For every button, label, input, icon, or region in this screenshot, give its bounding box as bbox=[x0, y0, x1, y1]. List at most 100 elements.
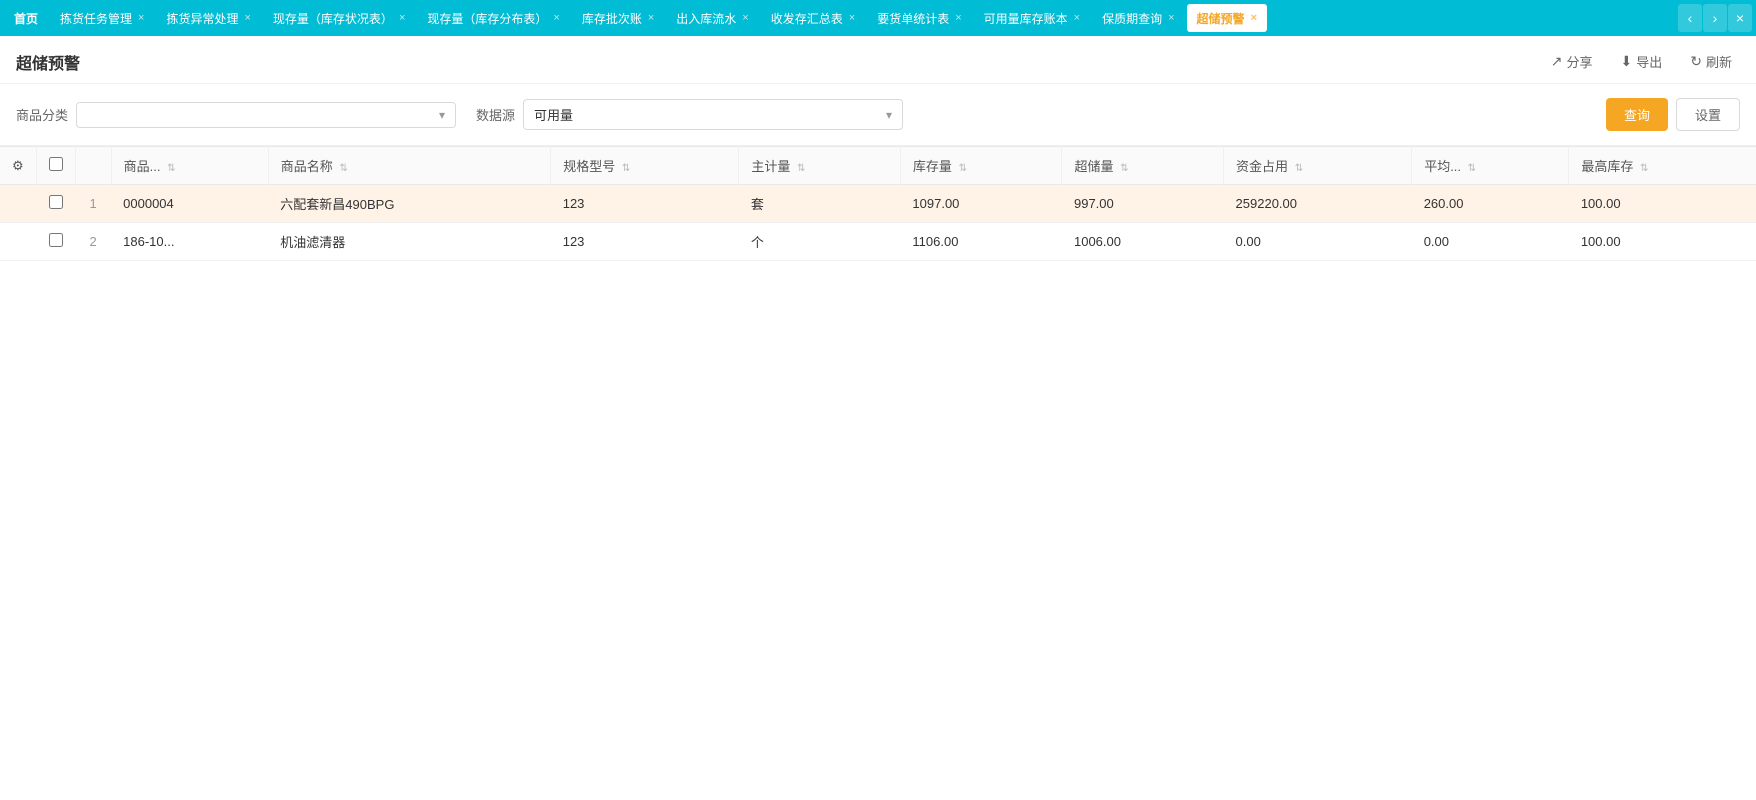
nav-item-label: 出入库流水 bbox=[676, 10, 736, 27]
gear-icon[interactable]: ⚙ bbox=[12, 158, 24, 173]
header-actions: ↗ 分享 ⬇ 导出 ↻ 刷新 bbox=[1543, 48, 1740, 75]
nav-item-label: 现存量（库存状况表） bbox=[273, 10, 393, 27]
table-header-row: ⚙ 商品... ⇅ 商品名称 ⇅ 规格型号 bbox=[0, 147, 1756, 185]
row-capital: 259220.00 bbox=[1224, 185, 1412, 223]
page-content: 超储预警 ↗ 分享 ⬇ 导出 ↻ 刷新 商品分类 ▾ 数据源 bbox=[0, 36, 1756, 800]
row-product-code: 186-10... bbox=[111, 223, 268, 261]
row-spec: 123 bbox=[551, 223, 739, 261]
row-checkbox-1[interactable] bbox=[49, 233, 63, 247]
sort-overstock-icon[interactable]: ⇅ bbox=[1120, 163, 1128, 174]
export-icon: ⬇ bbox=[1621, 53, 1633, 70]
th-product-name-label: 商品名称 bbox=[281, 159, 333, 174]
table-row: 2 186-10... 机油滤清器 123 个 1106.00 1006.00 … bbox=[0, 223, 1756, 261]
category-select[interactable]: ▾ bbox=[76, 102, 456, 128]
select-all-checkbox[interactable] bbox=[49, 157, 63, 171]
refresh-icon: ↻ bbox=[1690, 53, 1702, 70]
nav-close-arrow[interactable]: × bbox=[1728, 4, 1752, 32]
nav-item-task-mgmt[interactable]: 拣货任务管理× bbox=[50, 4, 154, 32]
row-gear-cell bbox=[0, 223, 36, 261]
sort-spec-icon[interactable]: ⇅ bbox=[622, 163, 630, 174]
datasource-select[interactable]: 可用量 ▾ bbox=[523, 99, 903, 130]
filter-actions: 查询 设置 bbox=[1606, 98, 1740, 131]
row-product-code: 0000004 bbox=[111, 185, 268, 223]
th-stock-label: 库存量 bbox=[913, 159, 952, 174]
th-max-stock: 最高库存 ⇅ bbox=[1569, 147, 1756, 185]
sort-avg-icon[interactable]: ⇅ bbox=[1468, 163, 1476, 174]
row-checkbox-0[interactable] bbox=[49, 195, 63, 209]
nav-item-close[interactable]: × bbox=[1251, 12, 1257, 24]
row-num-cell: 1 bbox=[75, 185, 111, 223]
nav-item-order-stats[interactable]: 要货单统计表× bbox=[867, 4, 971, 32]
nav-item-available-account[interactable]: 可用量库存账本 × bbox=[974, 4, 1090, 32]
th-spec-label: 规格型号 bbox=[563, 159, 615, 174]
nav-item-label: 保质期查询 bbox=[1102, 10, 1162, 27]
nav-item-exception[interactable]: 拣货异常处理 × bbox=[156, 4, 260, 32]
row-avg: 0.00 bbox=[1412, 223, 1569, 261]
refresh-button[interactable]: ↻ 刷新 bbox=[1682, 48, 1740, 75]
nav-home[interactable]: 首页 bbox=[4, 4, 48, 32]
sort-max-stock-icon[interactable]: ⇅ bbox=[1640, 163, 1648, 174]
th-unit-label: 主计量 bbox=[751, 159, 790, 174]
nav-item-inventory-status[interactable]: 现存量（库存状况表） × bbox=[263, 4, 415, 32]
th-gear: ⚙ bbox=[0, 147, 36, 185]
nav-item-close[interactable]: × bbox=[399, 12, 405, 24]
nav-item-batch-account[interactable]: 库存批次账 × bbox=[572, 4, 664, 32]
table-row: 1 0000004 六配套新昌490BPG 123 套 1097.00 997.… bbox=[0, 185, 1756, 223]
nav-item-close[interactable]: × bbox=[849, 12, 855, 24]
data-table: ⚙ 商品... ⇅ 商品名称 ⇅ 规格型号 bbox=[0, 146, 1756, 261]
nav-item-collect-summary[interactable]: 收发存汇总表× bbox=[761, 4, 865, 32]
sort-product-name-icon[interactable]: ⇅ bbox=[339, 163, 347, 174]
table-body: 1 0000004 六配套新昌490BPG 123 套 1097.00 997.… bbox=[0, 185, 1756, 261]
sort-capital-icon[interactable]: ⇅ bbox=[1295, 163, 1303, 174]
th-unit: 主计量 ⇅ bbox=[739, 147, 901, 185]
th-overstock: 超储量 ⇅ bbox=[1062, 147, 1224, 185]
export-button[interactable]: ⬇ 导出 bbox=[1613, 48, 1671, 75]
nav-prev-arrow[interactable]: ‹ bbox=[1678, 4, 1702, 32]
category-filter-group: 商品分类 ▾ bbox=[16, 102, 456, 128]
th-max-stock-label: 最高库存 bbox=[1581, 159, 1633, 174]
row-unit: 个 bbox=[739, 223, 901, 261]
settings-button[interactable]: 设置 bbox=[1676, 98, 1740, 131]
nav-item-close[interactable]: × bbox=[553, 12, 559, 24]
row-gear-cell bbox=[0, 185, 36, 223]
page-title: 超储预警 bbox=[16, 50, 80, 74]
nav-item-close[interactable]: × bbox=[1074, 12, 1080, 24]
nav-item-close[interactable]: × bbox=[1168, 12, 1174, 24]
nav-item-overstock-alert[interactable]: 超储预警× bbox=[1187, 4, 1267, 32]
row-max-stock: 100.00 bbox=[1569, 223, 1756, 261]
nav-item-close[interactable]: × bbox=[742, 12, 748, 24]
row-stock: 1097.00 bbox=[900, 185, 1062, 223]
share-button[interactable]: ↗ 分享 bbox=[1543, 48, 1601, 75]
nav-item-close[interactable]: × bbox=[138, 12, 144, 24]
row-unit: 套 bbox=[739, 185, 901, 223]
th-spec: 规格型号 ⇅ bbox=[551, 147, 739, 185]
datasource-select-arrow: ▾ bbox=[886, 108, 892, 122]
nav-item-in-out-flow[interactable]: 出入库流水 × bbox=[666, 4, 758, 32]
datasource-filter-group: 数据源 可用量 ▾ bbox=[476, 99, 903, 130]
row-max-stock: 100.00 bbox=[1569, 185, 1756, 223]
nav-item-quality-check[interactable]: 保质期查询 × bbox=[1092, 4, 1184, 32]
nav-item-inventory-dist[interactable]: 现存量（库存分布表）× bbox=[417, 4, 569, 32]
row-spec: 123 bbox=[551, 185, 739, 223]
page-header: 超储预警 ↗ 分享 ⬇ 导出 ↻ 刷新 bbox=[0, 36, 1756, 84]
nav-item-label: 可用量库存账本 bbox=[984, 10, 1068, 27]
sort-stock-icon[interactable]: ⇅ bbox=[959, 163, 967, 174]
th-avg: 平均... ⇅ bbox=[1412, 147, 1569, 185]
nav-item-close[interactable]: × bbox=[244, 12, 250, 24]
nav-next-arrow[interactable]: › bbox=[1703, 4, 1727, 32]
data-table-wrapper: ⚙ 商品... ⇅ 商品名称 ⇅ 规格型号 bbox=[0, 146, 1756, 261]
nav-item-label: 库存批次账 bbox=[582, 10, 642, 27]
query-button[interactable]: 查询 bbox=[1606, 98, 1668, 131]
th-capital-label: 资金占用 bbox=[1236, 159, 1288, 174]
sort-unit-icon[interactable]: ⇅ bbox=[797, 163, 805, 174]
th-overstock-label: 超储量 bbox=[1074, 159, 1113, 174]
share-icon: ↗ bbox=[1551, 53, 1563, 70]
nav-item-label: 拣货异常处理 bbox=[166, 10, 238, 27]
th-product-code-label: 商品... bbox=[124, 159, 161, 174]
th-product-name: 商品名称 ⇅ bbox=[268, 147, 550, 185]
nav-item-close[interactable]: × bbox=[955, 12, 961, 24]
th-stock: 库存量 ⇅ bbox=[900, 147, 1062, 185]
row-product-name: 六配套新昌490BPG bbox=[268, 185, 550, 223]
sort-product-code-icon[interactable]: ⇅ bbox=[167, 163, 175, 174]
nav-item-close[interactable]: × bbox=[648, 12, 654, 24]
